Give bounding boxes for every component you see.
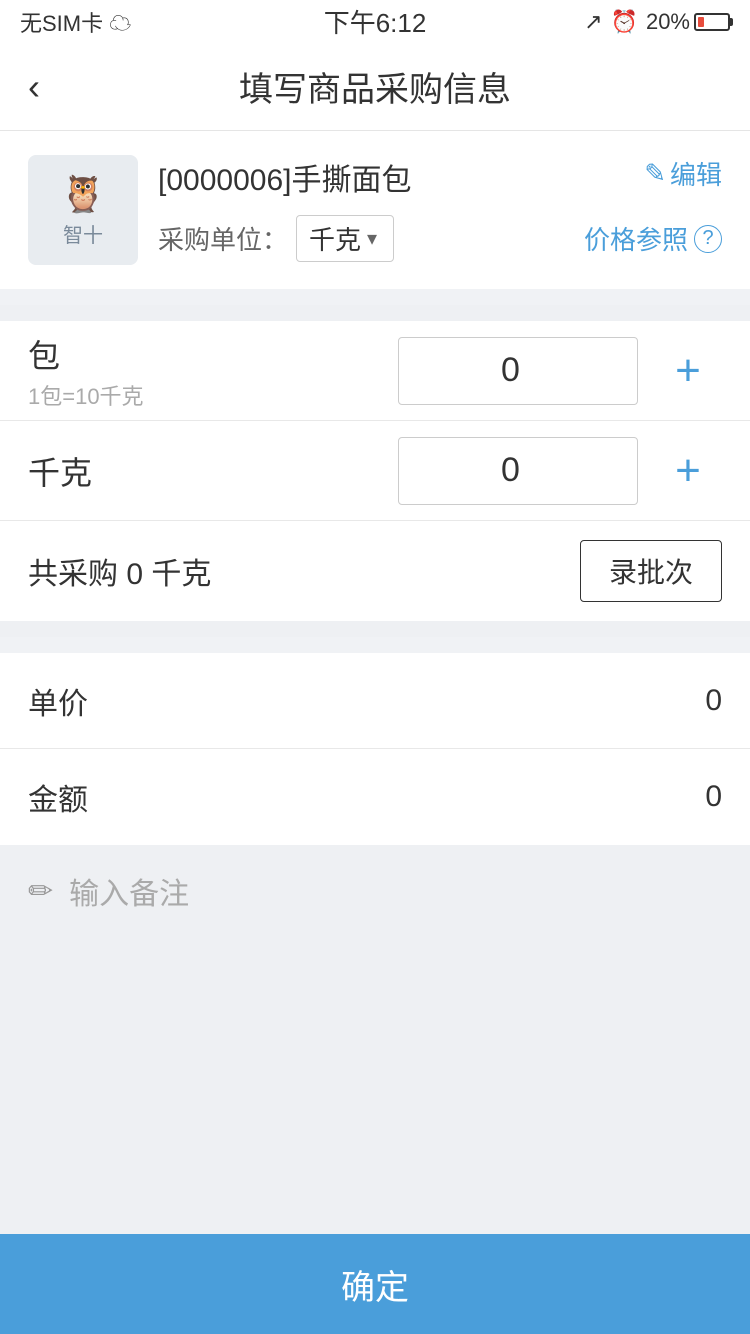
kg-quantity-input[interactable] bbox=[398, 437, 638, 505]
kg-label: 千克 bbox=[28, 448, 208, 494]
battery-fill bbox=[698, 17, 704, 27]
unit-price-label: 单价 bbox=[28, 679, 88, 723]
page-title: 填写商品采购信息 bbox=[239, 62, 511, 111]
empty-space bbox=[0, 937, 750, 1234]
section-divider-1 bbox=[0, 305, 750, 321]
product-image-icon: 🦉 bbox=[61, 173, 106, 215]
summary-row: 共采购 0 千克 录批次 bbox=[0, 521, 750, 621]
kg-input-section: 千克 + bbox=[0, 421, 750, 521]
remark-placeholder: 输入备注 bbox=[69, 869, 189, 913]
kg-label-group: 千克 bbox=[28, 448, 208, 494]
edit-link[interactable]: ✎ 编辑 bbox=[644, 155, 722, 192]
bao-plus-button[interactable]: + bbox=[654, 337, 722, 405]
product-image-label: 智十 bbox=[63, 219, 103, 248]
kg-plus-button[interactable]: + bbox=[654, 437, 722, 505]
product-info: [0000006]手撕面包 ✎ 编辑 采购单位： 千克 ▾ 价格参照 ? bbox=[158, 155, 722, 262]
status-right: ↗ ⏰ 20% bbox=[584, 9, 730, 35]
unit-select[interactable]: 千克 ▾ bbox=[296, 215, 394, 262]
confirm-button[interactable]: 确定 bbox=[0, 1234, 750, 1334]
batch-button[interactable]: 录批次 bbox=[580, 540, 722, 602]
confirm-section: 确定 bbox=[0, 1234, 750, 1334]
remark-section[interactable]: ✏ 输入备注 bbox=[0, 845, 750, 937]
unit-price-row: 单价 0 bbox=[0, 653, 750, 749]
bao-input-section: 包 1包=10千克 + bbox=[0, 321, 750, 421]
price-section: 单价 0 金额 0 bbox=[0, 653, 750, 845]
back-button[interactable]: ‹ bbox=[28, 66, 40, 108]
bao-label-group: 包 1包=10千克 bbox=[28, 331, 208, 411]
battery: 20% bbox=[646, 9, 730, 35]
nav-bar: ‹ 填写商品采购信息 bbox=[0, 43, 750, 131]
status-time: 下午6:12 bbox=[324, 3, 427, 40]
unit-prefix: 采购单位： bbox=[158, 220, 288, 257]
edit-label[interactable]: 编辑 bbox=[670, 155, 722, 192]
bao-sub-label: 1包=10千克 bbox=[28, 379, 208, 411]
status-bar: 无SIM卡 ☁ 下午6:12 ↗ ⏰ 20% bbox=[0, 0, 750, 43]
price-ref-label: 价格参照 bbox=[584, 220, 688, 257]
unit-price-value: 0 bbox=[705, 684, 722, 718]
status-left: 无SIM卡 ☁ bbox=[20, 6, 131, 38]
bao-quantity-input[interactable] bbox=[398, 337, 638, 405]
amount-row: 金额 0 bbox=[0, 749, 750, 845]
product-unit-row: 采购单位： 千克 ▾ 价格参照 ? bbox=[158, 215, 722, 262]
amount-value: 0 bbox=[705, 780, 722, 814]
battery-bar bbox=[694, 13, 730, 31]
product-name: [0000006]手撕面包 bbox=[158, 155, 411, 199]
kg-input-row: 千克 + bbox=[0, 421, 750, 521]
help-icon: ? bbox=[694, 225, 722, 253]
product-header: [0000006]手撕面包 ✎ 编辑 bbox=[158, 155, 722, 199]
bao-label: 包 bbox=[28, 331, 208, 377]
unit-value: 千克 bbox=[309, 220, 361, 257]
edit-icon: ✎ bbox=[644, 158, 666, 189]
product-card: 🦉 智十 [0000006]手撕面包 ✎ 编辑 采购单位： 千克 ▾ 价格参照 … bbox=[0, 131, 750, 289]
pencil-icon: ✏ bbox=[28, 874, 53, 909]
bao-input-row: 包 1包=10千克 + bbox=[0, 321, 750, 421]
location-icon: ↗ bbox=[584, 9, 602, 35]
alarm-icon: ⏰ bbox=[611, 9, 638, 35]
amount-label: 金额 bbox=[28, 775, 88, 819]
summary-text: 共采购 0 千克 bbox=[28, 549, 211, 593]
section-divider-2 bbox=[0, 621, 750, 637]
chevron-down-icon: ▾ bbox=[367, 226, 377, 251]
product-image: 🦉 智十 bbox=[28, 155, 138, 265]
battery-percent: 20% bbox=[646, 9, 690, 35]
no-sim-text: 无SIM卡 ☁ bbox=[20, 6, 131, 38]
price-ref-button[interactable]: 价格参照 ? bbox=[584, 220, 722, 257]
